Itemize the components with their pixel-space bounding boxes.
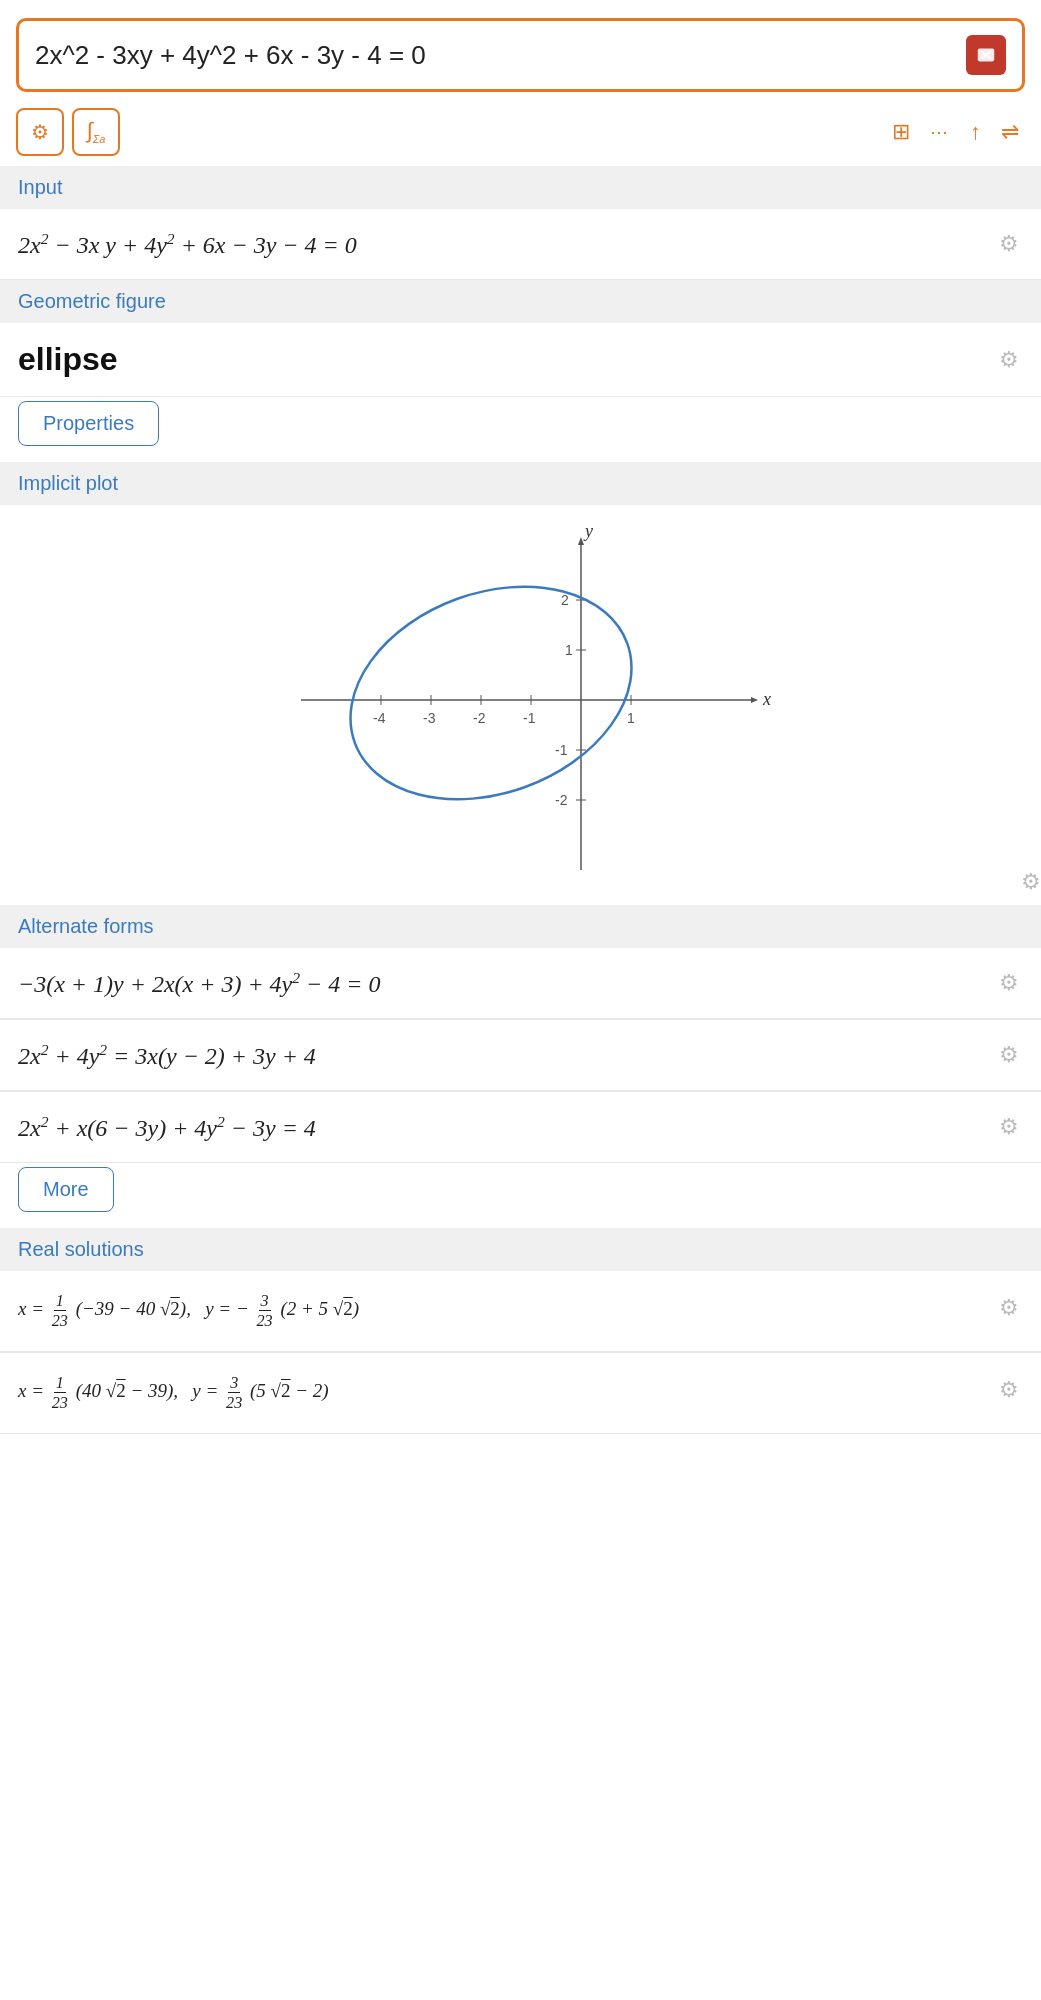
input-formula-row: 2x2 − 3x y + 4y2 + 6x − 3y − 4 = 0 ⚙: [0, 209, 1041, 280]
geometric-figure-row: ellipse ⚙: [0, 323, 1041, 397]
implicit-plot-header: Implicit plot: [0, 462, 1041, 505]
alternate-form-2: 2x2 + x(6 − 3y) + 4y2 − 3y = 4: [18, 1113, 995, 1142]
alternate-form-2-gear[interactable]: ⚙: [995, 1110, 1023, 1144]
implicit-plot-svg: x y -4 -3 -2 -1 1 2 1: [271, 525, 771, 885]
properties-button[interactable]: Properties: [18, 401, 159, 446]
alternate-forms-header: Alternate forms: [0, 905, 1041, 948]
gear-toolbar-button[interactable]: ⚙: [16, 108, 64, 156]
x-tick--2: -2: [473, 710, 486, 726]
integral-icon: ∫Σa: [87, 118, 106, 145]
grid-icon: ⊞: [892, 119, 910, 145]
x-axis-label: x: [762, 689, 771, 709]
input-bar: [16, 18, 1025, 92]
dots-button[interactable]: ⋯: [924, 115, 956, 149]
real-solution-0: x = 1 23 (−39 − 40 √2), y = − 3 23 (2 + …: [18, 1291, 995, 1331]
x-tick--1: -1: [523, 710, 536, 726]
alternate-form-1: 2x2 + 4y2 = 3x(y − 2) + 3y + 4: [18, 1041, 995, 1070]
more-button[interactable]: More: [18, 1167, 114, 1212]
geometric-figure-gear[interactable]: ⚙: [995, 343, 1023, 377]
input-formula-gear[interactable]: ⚙: [995, 227, 1023, 261]
x-tick--4: -4: [373, 710, 386, 726]
y-axis-label: y: [583, 525, 593, 541]
integral-toolbar-button[interactable]: ∫Σa: [72, 108, 120, 156]
x-tick--3: -3: [423, 710, 436, 726]
y-tick--1: -1: [555, 742, 568, 758]
real-solution-row-1: x = 1 23 (40 √2 − 39), y = 3 23 (5 √2 − …: [0, 1353, 1041, 1434]
properties-btn-container: Properties: [0, 397, 1041, 462]
clear-icon: [975, 44, 997, 66]
more-btn-container: More: [0, 1163, 1041, 1228]
real-solution-row-0: x = 1 23 (−39 − 40 √2), y = − 3 23 (2 + …: [0, 1271, 1041, 1352]
ellipse-curve: [320, 549, 661, 836]
clear-button[interactable]: [966, 35, 1006, 75]
geometric-figure-value: ellipse: [18, 341, 995, 378]
svg-marker-6: [578, 537, 584, 545]
upload-button[interactable]: ↑: [964, 113, 987, 151]
plot-container: x y -4 -3 -2 -1 1 2 1: [0, 505, 1041, 905]
alternate-form-row-1: 2x2 + 4y2 = 3x(y − 2) + 3y + 4 ⚙: [0, 1020, 1041, 1091]
toolbar: ⚙ ∫Σa ⊞ ⋯ ↑ ⇌: [0, 102, 1041, 166]
y-tick-2: 2: [561, 592, 569, 608]
alternate-form-1-gear[interactable]: ⚙: [995, 1038, 1023, 1072]
real-solution-1-gear[interactable]: ⚙: [995, 1373, 1023, 1407]
plot-area: x y -4 -3 -2 -1 1 2 1: [18, 515, 1023, 895]
shuffle-button[interactable]: ⇌: [995, 113, 1025, 151]
geometric-figure-header: Geometric figure: [0, 280, 1041, 323]
gear-toolbar-icon: ⚙: [31, 120, 49, 144]
dots-icon: ⋯: [930, 121, 950, 143]
alternate-form-row-0: −3(x + 1)y + 2x(x + 3) + 4y2 − 4 = 0 ⚙: [0, 948, 1041, 1019]
input-section-header: Input: [0, 166, 1041, 209]
alternate-form-0: −3(x + 1)y + 2x(x + 3) + 4y2 − 4 = 0: [18, 969, 995, 998]
alternate-form-0-gear[interactable]: ⚙: [995, 966, 1023, 1000]
equation-input[interactable]: [35, 40, 966, 71]
input-formula: 2x2 − 3x y + 4y2 + 6x − 3y − 4 = 0: [18, 230, 995, 259]
real-solution-0-gear[interactable]: ⚙: [995, 1291, 1023, 1325]
grid-button[interactable]: ⊞: [886, 113, 916, 151]
svg-marker-5: [751, 697, 758, 703]
plot-gear-button[interactable]: ⚙: [1021, 869, 1041, 895]
input-bar-wrapper: [0, 0, 1041, 102]
x-tick-1: 1: [627, 710, 635, 726]
alternate-form-row-2: 2x2 + x(6 − 3y) + 4y2 − 3y = 4 ⚙: [0, 1092, 1041, 1163]
real-solutions-header: Real solutions: [0, 1228, 1041, 1271]
shuffle-icon: ⇌: [1001, 119, 1019, 145]
real-solution-1: x = 1 23 (40 √2 − 39), y = 3 23 (5 √2 − …: [18, 1373, 995, 1413]
y-tick-1: 1: [565, 642, 573, 658]
y-tick--2: -2: [555, 792, 568, 808]
upload-icon: ↑: [970, 119, 981, 145]
